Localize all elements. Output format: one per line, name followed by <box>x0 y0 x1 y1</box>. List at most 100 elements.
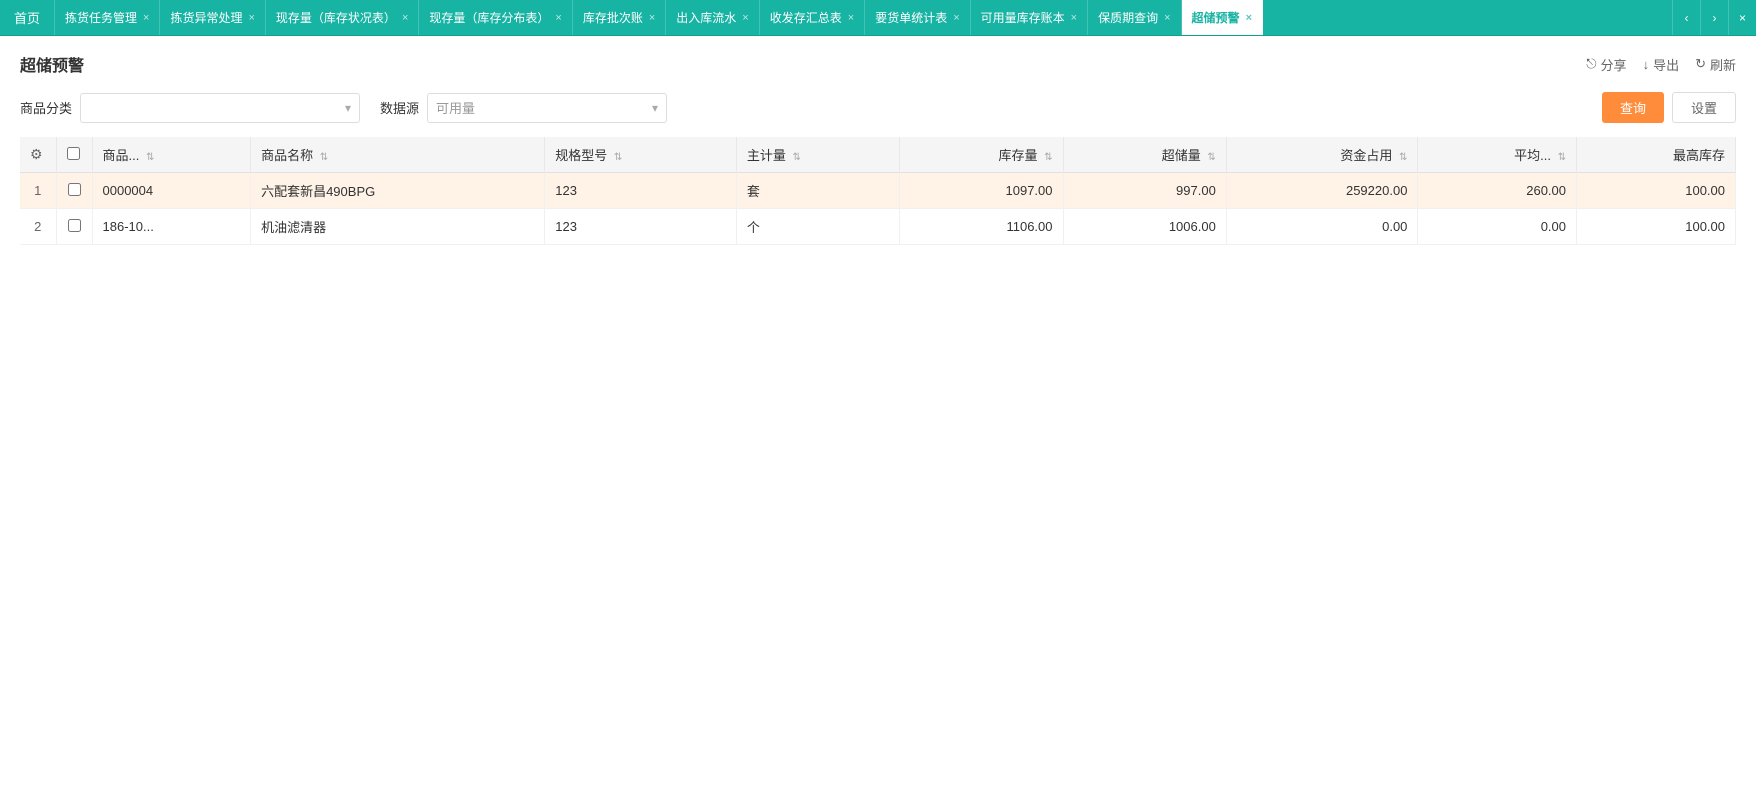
page-header: 超储预警 ⎋ 分享 ↓ 导出 ↻ 刷新 <box>20 52 1736 76</box>
nav-tab-label-5: 出入库流水 <box>676 9 736 26</box>
col-header-stock[interactable]: 库存量 ⇅ <box>900 137 1063 173</box>
nav-tab-close-5[interactable]: × <box>742 12 748 24</box>
col-label-product-code: 商品... <box>103 148 140 163</box>
header-actions: ⎋ 分享 ↓ 导出 ↻ 刷新 <box>1586 55 1736 74</box>
share-icon: ⎋ <box>1586 56 1596 72</box>
row-1-product-code: 0000004 <box>92 173 251 209</box>
nav-tab-0[interactable]: 拣货任务管理 × <box>55 0 160 35</box>
nav-tab-close-1[interactable]: × <box>248 12 254 24</box>
row-2-max-stock: 100.00 <box>1577 209 1736 245</box>
nav-tab-label-4: 库存批次账 <box>583 9 643 26</box>
nav-tab-9[interactable]: 保质期查询 × <box>1088 0 1181 35</box>
col-header-unit[interactable]: 主计量 ⇅ <box>736 137 899 173</box>
table-row: 1 0000004 六配套新昌490BPG 123 套 1097.00 997.… <box>20 173 1736 209</box>
nav-tab-label-0: 拣货任务管理 <box>65 9 137 26</box>
nav-tab-label-7: 要货单统计表 <box>875 9 947 26</box>
col-header-product-name[interactable]: 商品名称 ⇅ <box>251 137 545 173</box>
filter-row: 商品分类 ▾ 数据源 可用量 ▾ 查询 设置 <box>20 92 1736 123</box>
nav-tab-7[interactable]: 要货单统计表 × <box>865 0 970 35</box>
col-header-spec[interactable]: 规格型号 ⇅ <box>545 137 737 173</box>
row-2-product-code: 186-10... <box>92 209 251 245</box>
nav-tab-close-10[interactable]: × <box>1246 12 1252 24</box>
datasource-filter-label: 数据源 <box>380 98 419 117</box>
nav-tab-close-9[interactable]: × <box>1164 12 1170 24</box>
col-label-spec: 规格型号 <box>555 148 607 163</box>
nav-tab-close-7[interactable]: × <box>953 12 959 24</box>
row-1-unit: 套 <box>736 173 899 209</box>
row-1-spec: 123 <box>545 173 737 209</box>
sort-icon-capital[interactable]: ⇅ <box>1399 152 1407 163</box>
sort-icon-over[interactable]: ⇅ <box>1207 152 1215 163</box>
query-buttons: 查询 设置 <box>1602 92 1736 123</box>
nav-tab-close-0[interactable]: × <box>143 12 149 24</box>
row-2-checkbox[interactable] <box>68 219 81 232</box>
row-2-avg: 0.00 <box>1418 209 1577 245</box>
nav-tab-2[interactable]: 现存量（库存状况表） × <box>266 0 419 35</box>
nav-tab-close-4[interactable]: × <box>649 12 655 24</box>
nav-tab-close-2[interactable]: × <box>402 12 408 24</box>
nav-tab-label-3: 现存量（库存分布表） <box>429 9 549 26</box>
row-2-product-name: 机油滤清器 <box>251 209 545 245</box>
col-header-settings[interactable]: ⚙ <box>20 137 56 173</box>
col-header-over[interactable]: 超储量 ⇅ <box>1063 137 1226 173</box>
col-header-capital[interactable]: 资金占用 ⇅ <box>1226 137 1418 173</box>
export-label: 导出 <box>1653 55 1679 74</box>
row-1-over: 997.00 <box>1063 173 1226 209</box>
sort-icon-avg[interactable]: ⇅ <box>1558 152 1566 163</box>
col-label-max-stock: 最高库存 <box>1673 148 1725 163</box>
nav-tab-8[interactable]: 可用量库存账本 × <box>971 0 1088 35</box>
col-header-product-code[interactable]: 商品... ⇅ <box>92 137 251 173</box>
category-select[interactable]: ▾ <box>80 93 360 123</box>
row-number-1: 1 <box>20 173 56 209</box>
row-2-unit: 个 <box>736 209 899 245</box>
top-navigation: 首页 拣货任务管理 × 拣货异常处理 × 现存量（库存状况表） × 现存量（库存… <box>0 0 1756 36</box>
nav-tab-5[interactable]: 出入库流水 × <box>666 0 759 35</box>
nav-tab-label-1: 拣货异常处理 <box>170 9 242 26</box>
sort-icon-unit[interactable]: ⇅ <box>793 152 801 163</box>
sort-icon-stock[interactable]: ⇅ <box>1044 152 1052 163</box>
nav-tab-close-6[interactable]: × <box>848 12 854 24</box>
row-2-capital: 0.00 <box>1226 209 1418 245</box>
nav-tab-1[interactable]: 拣货异常处理 × <box>160 0 265 35</box>
datasource-select[interactable]: 可用量 ▾ <box>427 93 667 123</box>
nav-close-arrow[interactable]: × <box>1728 0 1756 35</box>
sort-icon-product-name[interactable]: ⇅ <box>320 152 328 163</box>
row-1-product-name: 六配套新昌490BPG <box>251 173 545 209</box>
nav-tab-close-8[interactable]: × <box>1071 12 1077 24</box>
col-header-avg[interactable]: 平均... ⇅ <box>1418 137 1577 173</box>
select-all-checkbox[interactable] <box>67 147 80 160</box>
refresh-button[interactable]: ↻ 刷新 <box>1695 55 1736 74</box>
row-1-capital: 259220.00 <box>1226 173 1418 209</box>
query-button[interactable]: 查询 <box>1602 92 1664 123</box>
refresh-icon: ↻ <box>1695 56 1706 72</box>
nav-prev-arrow[interactable]: ‹ <box>1672 0 1700 35</box>
col-header-max-stock[interactable]: 最高库存 <box>1577 137 1736 173</box>
col-label-product-name: 商品名称 <box>261 148 313 163</box>
col-label-capital: 资金占用 <box>1340 148 1392 163</box>
gear-icon[interactable]: ⚙ <box>30 146 43 162</box>
row-2-stock: 1106.00 <box>900 209 1063 245</box>
row-number-2: 2 <box>20 209 56 245</box>
datasource-select-value: 可用量 <box>436 98 475 117</box>
row-1-checkbox[interactable] <box>68 183 81 196</box>
row-checkbox-1[interactable] <box>56 173 92 209</box>
nav-tab-10[interactable]: 超储预警 × <box>1182 0 1263 35</box>
col-label-stock: 库存量 <box>998 148 1037 163</box>
nav-tab-4[interactable]: 库存批次账 × <box>573 0 666 35</box>
nav-next-arrow[interactable]: › <box>1700 0 1728 35</box>
share-label: 分享 <box>1601 55 1627 74</box>
export-button[interactable]: ↓ 导出 <box>1643 55 1680 74</box>
row-checkbox-2[interactable] <box>56 209 92 245</box>
nav-tab-6[interactable]: 收发存汇总表 × <box>760 0 865 35</box>
share-button[interactable]: ⎋ 分享 <box>1586 55 1626 74</box>
col-header-checkbox[interactable] <box>56 137 92 173</box>
nav-tab-close-3[interactable]: × <box>555 12 561 24</box>
sort-icon-spec[interactable]: ⇅ <box>614 152 622 163</box>
sort-icon-product-code[interactable]: ⇅ <box>146 152 154 163</box>
settings-button[interactable]: 设置 <box>1672 92 1736 123</box>
nav-home[interactable]: 首页 <box>0 0 55 35</box>
category-filter-label: 商品分类 <box>20 98 72 117</box>
nav-tab-3[interactable]: 现存量（库存分布表） × <box>419 0 572 35</box>
datasource-filter-group: 数据源 可用量 ▾ <box>380 93 667 123</box>
row-2-over: 1006.00 <box>1063 209 1226 245</box>
